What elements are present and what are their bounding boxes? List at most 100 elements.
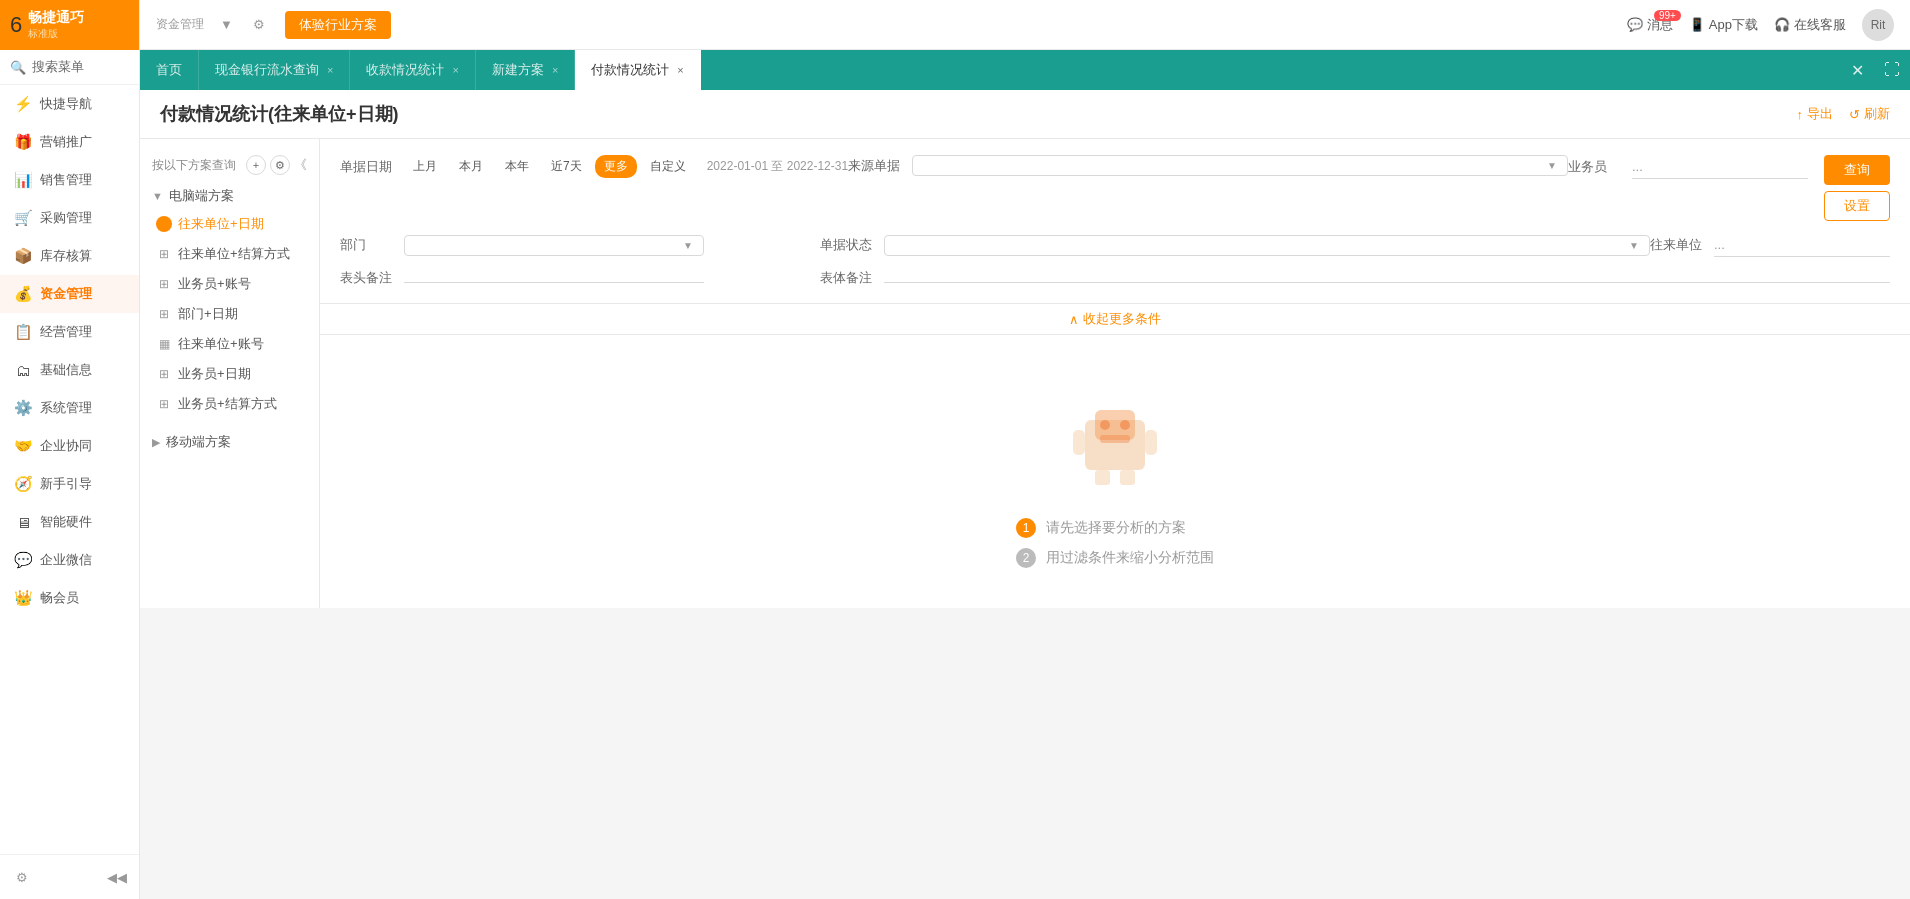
collapse-scheme-panel-btn[interactable]: 《 — [294, 156, 307, 174]
tab-home[interactable]: 首页 — [140, 50, 199, 90]
collapse-filters-btn[interactable]: ∧ 收起更多条件 — [1053, 304, 1177, 334]
mobile-category-arrow-icon: ▶ — [152, 436, 160, 449]
sidebar-nav: ⚡ 快捷导航 🎁 营销推广 📊 销售管理 🛒 采购管理 📦 库存核算 💰 资金管… — [0, 85, 139, 854]
sidebar-item-basic-info[interactable]: 🗂 基础信息 — [0, 351, 139, 389]
date-btn-more[interactable]: 更多 — [595, 155, 637, 178]
salesperson-settlement-icon: ⊞ — [156, 396, 172, 412]
topbar-gear-icon[interactable]: ⚙ — [253, 17, 265, 32]
salesperson-filter: 业务员 ... — [1568, 155, 1808, 179]
messages-badge: 99+ — [1654, 10, 1681, 21]
tab-new-plan[interactable]: 新建方案 × — [476, 50, 575, 90]
tab-close-receipts-stat[interactable]: × — [452, 64, 458, 76]
export-btn[interactable]: ↑ 导出 — [1797, 105, 1834, 123]
scheme-panel-actions: + ⚙ 《 — [246, 155, 307, 175]
date-btn-7days[interactable]: 近7天 — [542, 155, 591, 178]
counterpart-placeholder: ... — [1714, 237, 1725, 252]
guide-icon: 🧭 — [14, 475, 32, 493]
scheme-item-salesperson-account[interactable]: ⊞ 业务员+账号 — [144, 269, 315, 299]
refresh-btn[interactable]: ↺ 刷新 — [1849, 105, 1890, 123]
tab-close-new-plan[interactable]: × — [552, 64, 558, 76]
counterpart-input[interactable]: ... — [1714, 233, 1890, 257]
scheme-settings-btn[interactable]: ⚙ — [270, 155, 290, 175]
header-note-input[interactable] — [404, 274, 704, 283]
tab-close-bank-flow[interactable]: × — [327, 64, 333, 76]
capital-icon: 💰 — [14, 285, 32, 303]
settings-icon[interactable]: ⚙ — [8, 863, 36, 891]
sidebar-item-marketing[interactable]: 🎁 营销推广 — [0, 123, 139, 161]
sidebar-item-quick-nav[interactable]: ⚡ 快捷导航 — [0, 85, 139, 123]
date-range-display: 2022-01-01 至 2022-12-31 — [707, 158, 848, 175]
tab-close-all-btn[interactable]: ✕ — [1841, 50, 1874, 90]
tab-payment-stat[interactable]: 付款情况统计 × — [575, 50, 700, 90]
doc-status-filter: 单据状态 ▼ — [820, 235, 1650, 256]
counterpart-filter: 往来单位 ... — [1650, 233, 1890, 257]
service-btn[interactable]: 🎧 在线客服 — [1774, 16, 1846, 34]
export-icon: ↑ — [1797, 107, 1804, 122]
scheme-panel-header: 按以下方案查询 + ⚙ 《 — [140, 149, 319, 181]
tab-close-payment-stat[interactable]: × — [677, 64, 683, 76]
right-panel: 单据日期 上月 本月 本年 近7天 更多 自定义 2022-01-01 至 20… — [320, 139, 1910, 608]
header-note-label: 表头备注 — [340, 269, 396, 287]
sidebar-item-sales[interactable]: 📊 销售管理 — [0, 161, 139, 199]
scheme-item-salesperson-settlement[interactable]: ⊞ 业务员+结算方式 — [144, 389, 315, 419]
sidebar-item-sys-mgmt[interactable]: ⚙️ 系统管理 — [0, 389, 139, 427]
doc-status-arrow-icon: ▼ — [1629, 240, 1639, 251]
collapse-icon: ∧ — [1069, 312, 1079, 327]
svg-rect-8 — [1120, 470, 1135, 485]
scheme-panel: 按以下方案查询 + ⚙ 《 ▼ 电脑端方案 ● 往来单位+日期 — [140, 139, 320, 608]
svg-rect-5 — [1073, 430, 1085, 455]
topbar-breadcrumb: 资金管理 — [156, 16, 204, 33]
body-note-input[interactable] — [884, 274, 1890, 283]
scheme-item-salesperson-date[interactable]: ⊞ 业务员+日期 — [144, 359, 315, 389]
quick-nav-icon: ⚡ — [14, 95, 32, 113]
body-note-label: 表体备注 — [820, 269, 876, 287]
trial-button[interactable]: 体验行业方案 — [285, 11, 391, 39]
mobile-scheme-category[interactable]: ▶ 移动端方案 — [140, 427, 319, 455]
messages-btn[interactable]: 💬 消息 99+ — [1627, 16, 1673, 34]
source-select-arrow-icon: ▼ — [1547, 160, 1557, 171]
marketing-icon: 🎁 — [14, 133, 32, 151]
sidebar: 6 畅捷通巧 标准版 🔍 搜索菜单 ⚡ 快捷导航 🎁 营销推广 📊 销售管理 🛒… — [0, 0, 140, 899]
refresh-icon: ↺ — [1849, 107, 1860, 122]
set-button[interactable]: 设置 — [1824, 191, 1890, 221]
sidebar-item-capital[interactable]: 💰 资金管理 — [0, 275, 139, 313]
svg-rect-7 — [1095, 470, 1110, 485]
salesperson-input[interactable]: ... — [1632, 155, 1808, 179]
scheme-item-counterpart-settlement[interactable]: ⊞ 往来单位+结算方式 — [144, 239, 315, 269]
counterpart-settlement-icon: ⊞ — [156, 246, 172, 262]
scheme-list: ● 往来单位+日期 ⊞ 往来单位+结算方式 ⊞ 业务员+账号 ⊞ 部门+日期 — [140, 209, 319, 419]
scheme-item-counterpart-date[interactable]: ● 往来单位+日期 — [144, 209, 315, 239]
tab-receipts-stat[interactable]: 收款情况统计 × — [350, 50, 475, 90]
avatar[interactable]: Rit — [1862, 9, 1894, 41]
date-btn-last-month[interactable]: 上月 — [404, 155, 446, 178]
query-button[interactable]: 查询 — [1824, 155, 1890, 185]
sidebar-item-operations[interactable]: 📋 经营管理 — [0, 313, 139, 351]
date-btn-this-month[interactable]: 本月 — [450, 155, 492, 178]
doc-status-select[interactable]: ▼ — [884, 235, 1650, 256]
filter-area: 单据日期 上月 本月 本年 近7天 更多 自定义 2022-01-01 至 20… — [320, 139, 1910, 304]
date-btn-this-year[interactable]: 本年 — [496, 155, 538, 178]
sidebar-item-inventory[interactable]: 📦 库存核算 — [0, 237, 139, 275]
tab-expand-btn[interactable]: ⛶ — [1874, 50, 1910, 90]
add-scheme-btn[interactable]: + — [246, 155, 266, 175]
sidebar-item-wechat[interactable]: 💬 企业微信 — [0, 541, 139, 579]
sidebar-item-guide[interactable]: 🧭 新手引导 — [0, 465, 139, 503]
tab-bank-flow[interactable]: 现金银行流水查询 × — [199, 50, 350, 90]
sidebar-item-enterprise[interactable]: 🤝 企业协同 — [0, 427, 139, 465]
basic-info-icon: 🗂 — [14, 361, 32, 379]
single-date-label: 单据日期 — [340, 158, 396, 176]
dept-select[interactable]: ▼ — [404, 235, 704, 256]
scheme-item-dept-date[interactable]: ⊞ 部门+日期 — [144, 299, 315, 329]
source-filter: 来源单据 ▼ — [848, 155, 1568, 176]
date-btn-custom[interactable]: 自定义 — [641, 155, 695, 178]
sidebar-item-hardware[interactable]: 🖥 智能硬件 — [0, 503, 139, 541]
pc-scheme-category[interactable]: ▼ 电脑端方案 — [140, 181, 319, 209]
collapse-icon[interactable]: ◀◀ — [103, 863, 131, 891]
sidebar-item-member[interactable]: 👑 畅会员 — [0, 579, 139, 617]
source-select[interactable]: ▼ — [912, 155, 1568, 176]
scheme-item-counterpart-account[interactable]: ▦ 往来单位+账号 — [144, 329, 315, 359]
salesperson-placeholder: ... — [1632, 159, 1643, 174]
sidebar-item-purchase[interactable]: 🛒 采购管理 — [0, 199, 139, 237]
app-download-btn[interactable]: 📱 App下载 — [1689, 16, 1758, 34]
search-menu[interactable]: 🔍 搜索菜单 — [0, 50, 139, 85]
